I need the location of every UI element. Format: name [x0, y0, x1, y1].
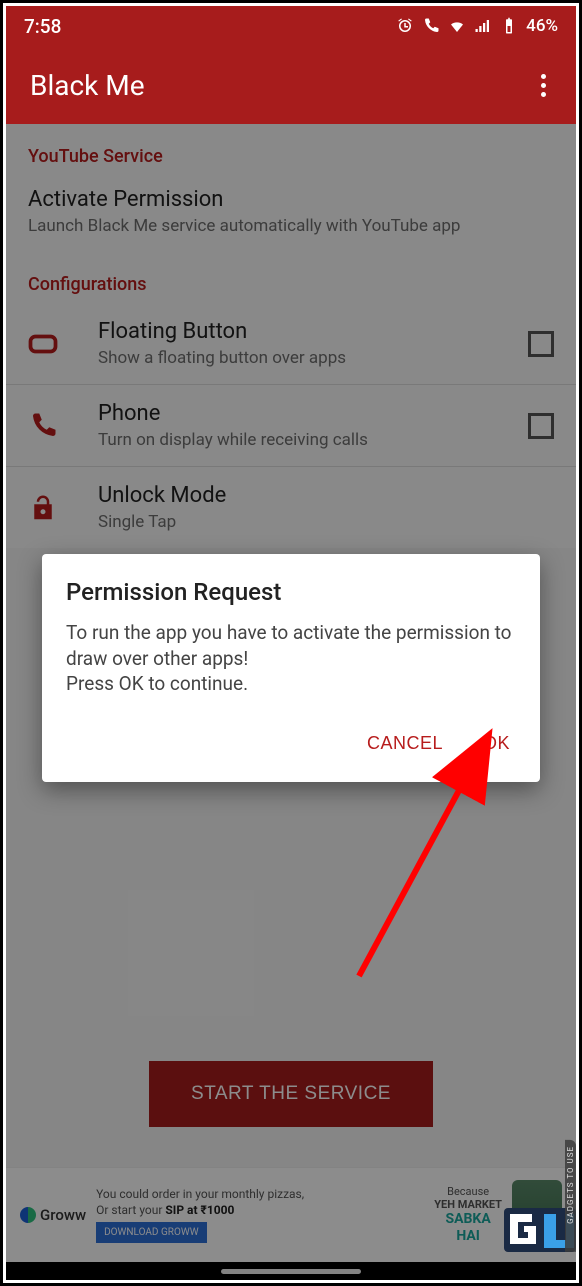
- permission-dialog: Permission Request To run the app you ha…: [42, 554, 540, 782]
- cancel-button[interactable]: CANCEL: [361, 723, 449, 764]
- battery-icon: [500, 17, 518, 35]
- alarm-icon: [396, 17, 414, 35]
- watermark-tag: GADGETS TO USE: [565, 1140, 576, 1252]
- dialog-title: Permission Request: [66, 578, 516, 606]
- signal-icon: [474, 17, 492, 35]
- app-title: Black Me: [30, 69, 145, 102]
- battery-percent: 46%: [526, 16, 558, 36]
- dialog-body: To run the app you have to activate the …: [66, 620, 516, 697]
- more-menu-button[interactable]: [531, 64, 556, 107]
- clock: 7:58: [24, 15, 61, 38]
- app-bar: Black Me: [6, 46, 576, 124]
- wifi-icon: [448, 17, 466, 35]
- watermark: GADGETS TO USE: [504, 1202, 576, 1262]
- status-icons: 46%: [396, 16, 558, 36]
- ok-button[interactable]: OK: [477, 723, 516, 764]
- status-bar: 7:58 46%: [6, 6, 576, 46]
- call-icon: [422, 17, 440, 35]
